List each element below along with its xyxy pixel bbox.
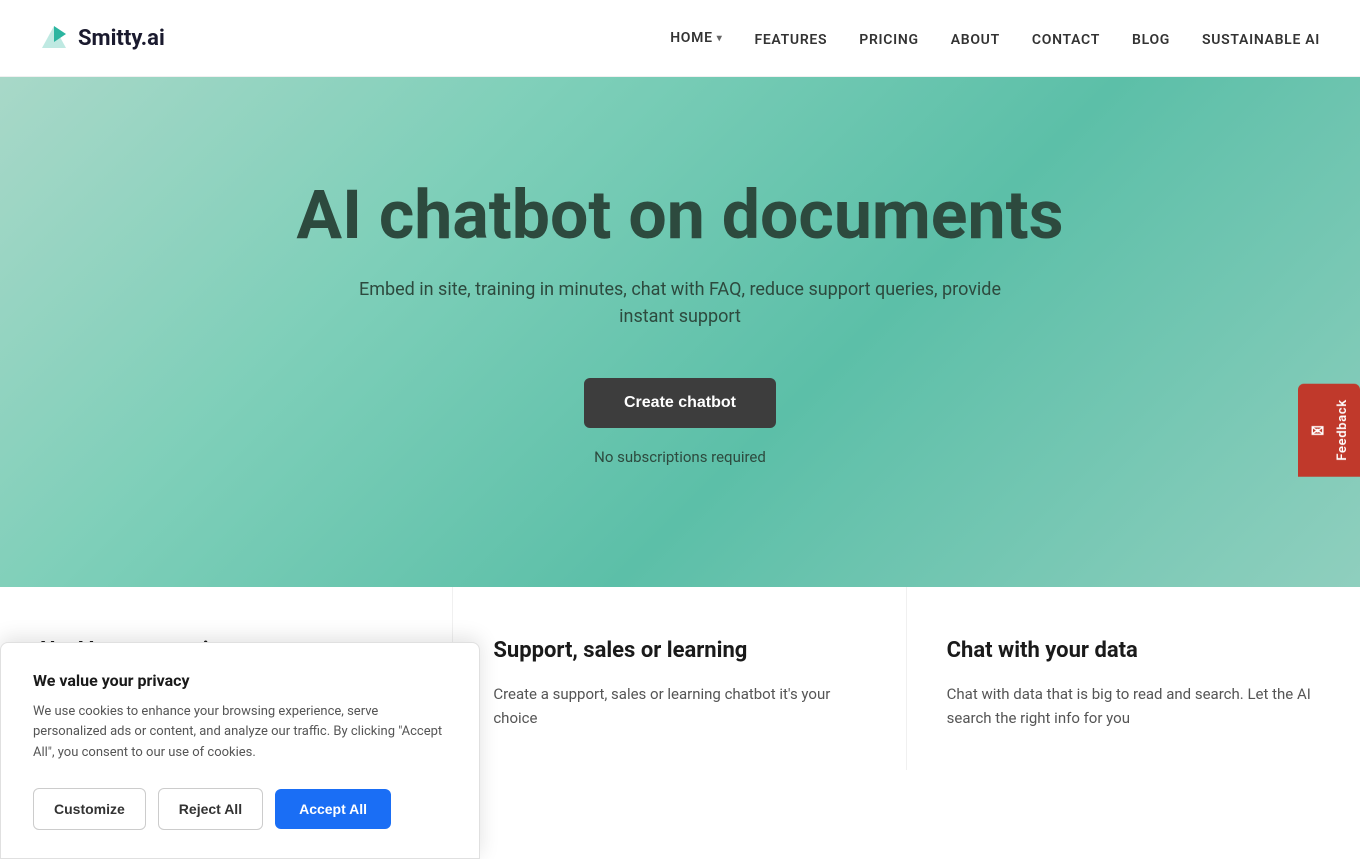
feature-card-2: Support, sales or learning Create a supp… (453, 587, 906, 770)
cookie-buttons: Customize Reject All Accept All (33, 788, 447, 830)
customize-button[interactable]: Customize (33, 788, 146, 830)
nav-item-features[interactable]: FEATURES (754, 32, 827, 48)
nav-item-sustainable[interactable]: SUSTAINABLE AI (1202, 32, 1320, 48)
hero-title: AI chatbot on documents (296, 178, 1063, 253)
chevron-down-icon: ▾ (717, 33, 723, 44)
navbar: Smitty.ai HOME ▾ FEATURES PRICING ABOUT … (0, 0, 1360, 77)
feedback-tab[interactable]: ✉ Feedback (1298, 383, 1360, 476)
feature-card-3: Chat with your data Chat with data that … (907, 587, 1360, 770)
nav-item-pricing[interactable]: PRICING (859, 32, 918, 48)
nav-item-contact[interactable]: CONTACT (1032, 32, 1100, 48)
hero-subtitle: Embed in site, training in minutes, chat… (330, 276, 1030, 330)
create-chatbot-button[interactable]: Create chatbot (584, 378, 776, 428)
feedback-label: Feedback (1335, 399, 1350, 460)
logo-link[interactable]: Smitty.ai (40, 24, 165, 52)
logo-text: Smitty.ai (78, 26, 165, 51)
feedback-icon: ✉ (1308, 420, 1327, 440)
cookie-banner: We value your privacy We use cookies to … (0, 642, 480, 859)
nav-links: HOME ▾ FEATURES PRICING ABOUT CONTACT BL… (670, 29, 1320, 48)
feature-title-2: Support, sales or learning (493, 637, 865, 666)
nav-item-blog[interactable]: BLOG (1132, 32, 1170, 48)
hero-note: No subscriptions required (594, 448, 766, 466)
feature-title-3: Chat with your data (947, 637, 1320, 666)
reject-all-button[interactable]: Reject All (158, 788, 263, 830)
cookie-title: We value your privacy (33, 671, 447, 690)
nav-item-home[interactable]: HOME ▾ (670, 30, 722, 46)
feature-desc-2: Create a support, sales or learning chat… (493, 682, 865, 730)
nav-item-about[interactable]: ABOUT (951, 32, 1000, 48)
feature-desc-3: Chat with data that is big to read and s… (947, 682, 1320, 730)
accept-all-button[interactable]: Accept All (275, 789, 391, 829)
cookie-desc: We use cookies to enhance your browsing … (33, 702, 447, 764)
logo-icon (40, 24, 68, 52)
hero-section: AI chatbot on documents Embed in site, t… (0, 77, 1360, 587)
